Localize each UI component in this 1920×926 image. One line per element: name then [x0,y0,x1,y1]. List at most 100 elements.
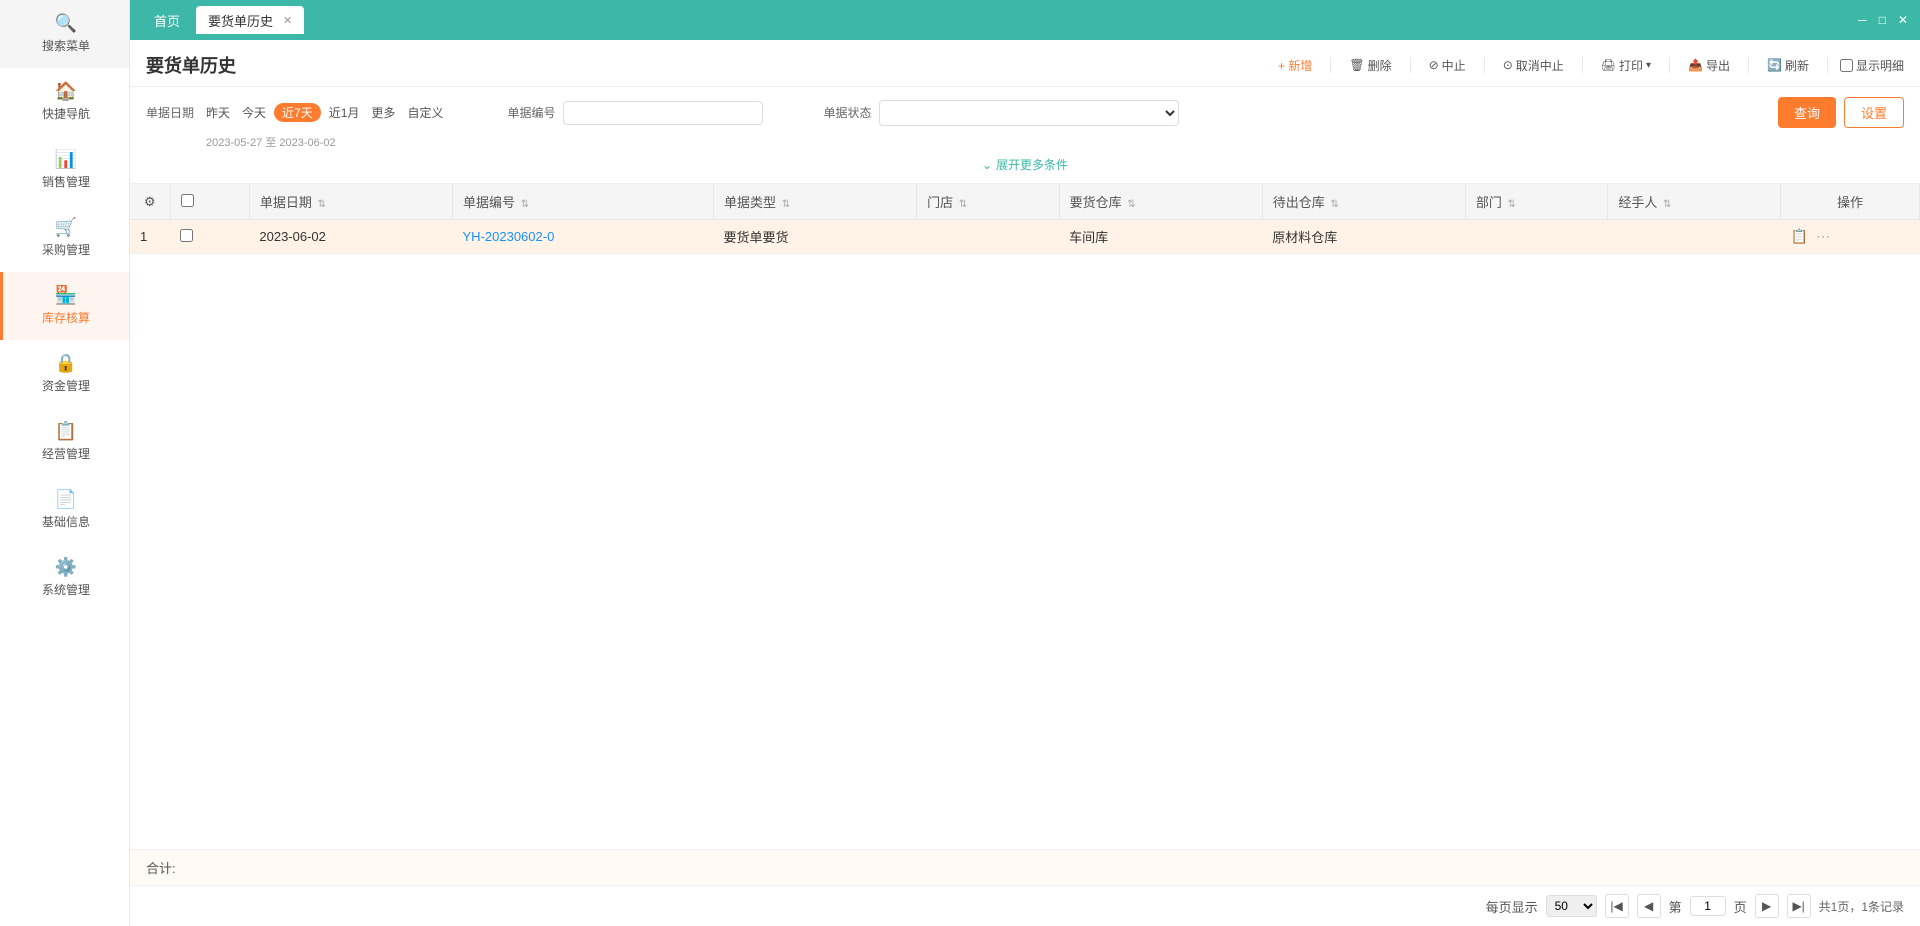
th-handler[interactable]: 经手人 ⇅ [1608,184,1781,220]
per-page-label: 每页显示 [1486,897,1538,916]
doc-number-input[interactable] [563,101,763,125]
table-area: ⚙ 单据日期 ⇅ 单据编号 ⇅ 单据类型 ⇅ 门店 ⇅ 要货仓库 ⇅ 待出仓库 … [130,184,1920,849]
th-doc-type[interactable]: 单据类型 ⇅ [714,184,917,220]
new-btn[interactable]: + 新增 [1272,53,1318,78]
print-btn[interactable]: 🖨 打印 ▾ [1595,53,1657,78]
sidebar-item-operations[interactable]: 📋 经营管理 [0,408,129,476]
date-shortcut-自定义[interactable]: 自定义 [403,103,447,122]
search-menu-icon: 🔍 [55,14,77,32]
cell-checkbox-0 [170,220,249,254]
sidebar-item-purchase[interactable]: 🛒 采购管理 [0,204,129,272]
sort-icon-doc-type: ⇅ [782,199,790,210]
row-checkbox-0[interactable] [180,229,193,242]
cell-doc-number-0: YH-20230602-0 [453,220,714,254]
finance-label: 资金管理 [42,377,90,394]
sidebar-item-basic-info[interactable]: 📄 基础信息 [0,476,129,544]
action-edit-0[interactable]: 📋 [1791,228,1808,245]
export-btn[interactable]: 📤 导出 [1682,53,1736,78]
date-shortcut-今天[interactable]: 今天 [238,103,270,122]
sort-icon-department: ⇅ [1508,199,1516,210]
sidebar-item-search-menu[interactable]: 🔍 搜索菜单 [0,0,129,68]
tab-home[interactable]: 首页 [142,6,192,34]
th-doc-date[interactable]: 单据日期 ⇅ [249,184,452,220]
page-suffix: 页 [1734,897,1747,916]
topbar: 首页 要货单历史 ✕ ─ □ ✕ [130,0,1920,40]
th-settings[interactable]: ⚙ [130,184,170,220]
maximize-btn[interactable]: □ [1879,13,1886,27]
sort-icon-req-warehouse: ⇅ [1127,199,1135,210]
tab-requisition-history[interactable]: 要货单历史 ✕ [196,6,304,34]
basic-info-icon: 📄 [55,490,77,508]
cancel-stop-btn[interactable]: ⊙ 取消中止 [1497,53,1570,78]
display-detail-btn[interactable]: 显示明细 [1840,57,1904,74]
toolbar: + 新增 🗑 删除 ⊘ 中止 ⊙ 取消中止 🖨 [1272,53,1904,78]
purchase-icon: 🛒 [55,218,77,236]
minimize-btn[interactable]: ─ [1858,13,1867,27]
th-pending-warehouse[interactable]: 待出仓库 ⇅ [1262,184,1465,220]
date-shortcut-近7天[interactable]: 近7天 [274,103,321,122]
date-shortcut-近1月[interactable]: 近1月 [325,103,364,122]
system-label: 系统管理 [42,581,90,598]
next-page-btn[interactable]: ▶ [1755,894,1779,918]
th-department[interactable]: 部门 ⇅ [1465,184,1607,220]
sidebar-item-quick-nav[interactable]: 🏠 快捷导航 [0,68,129,136]
th-doc-number[interactable]: 单据编号 ⇅ [453,184,714,220]
display-detail-checkbox[interactable] [1840,59,1853,72]
select-all-checkbox[interactable] [181,194,194,207]
sidebar-item-system[interactable]: ⚙️ 系统管理 [0,544,129,612]
doc-status-label: 单据状态 [823,104,871,121]
tab-label-home: 首页 [154,11,180,30]
settings-btn[interactable]: 设置 [1844,97,1904,128]
chevron-down-icon: ⌄ [982,158,992,172]
first-page-btn[interactable]: |◀ [1605,894,1629,918]
date-shortcut-昨天[interactable]: 昨天 [202,103,234,122]
basic-info-label: 基础信息 [42,513,90,530]
th-store[interactable]: 门店 ⇅ [917,184,1059,220]
action-more-0[interactable]: ⋯ [1816,228,1830,245]
stop-btn[interactable]: ⊘ 中止 [1423,53,1472,78]
refresh-btn[interactable]: 🔄 刷新 [1761,53,1815,78]
date-filter-group: 单据日期 昨天今天近7天近1月更多自定义 [146,103,447,122]
query-btn[interactable]: 查询 [1778,97,1836,128]
doc-number-link-0[interactable]: YH-20230602-0 [463,229,555,244]
table-header-row: ⚙ 单据日期 ⇅ 单据编号 ⇅ 单据类型 ⇅ 门店 ⇅ 要货仓库 ⇅ 待出仓库 … [130,184,1920,220]
table-row: 1 2023-06-02 YH-20230602-0 要货单要货 车间库 原材料… [130,220,1920,254]
date-filter-label: 单据日期 [146,104,194,121]
cell-store-0 [917,220,1059,254]
date-range-display: 2023-05-27 至 2023-06-02 [206,134,336,150]
prev-page-btn[interactable]: ◀ [1637,894,1661,918]
stop-icon: ⊘ [1429,58,1439,72]
tab-close-requisition-history[interactable]: ✕ [283,14,292,27]
page-header: 要货单历史 + 新增 🗑 删除 ⊘ 中止 ⊙ 取消中止 [130,40,1920,87]
delete-icon: 🗑 [1349,58,1364,72]
export-icon: 📤 [1688,58,1703,72]
delete-btn[interactable]: 🗑 删除 [1343,53,1397,78]
page-label: 第 [1669,897,1682,916]
cell-req-warehouse-0: 车间库 [1059,220,1262,254]
per-page-select[interactable]: 2050100200 [1546,895,1597,917]
print-dropdown-icon: ▾ [1646,60,1651,71]
sort-icon-handler: ⇅ [1663,199,1671,210]
table-body: 1 2023-06-02 YH-20230602-0 要货单要货 车间库 原材料… [130,220,1920,254]
sidebar-item-sales[interactable]: 📊 销售管理 [0,136,129,204]
cell-seq-0: 1 [130,220,170,254]
date-shortcut-更多[interactable]: 更多 [367,103,399,122]
operations-label: 经营管理 [42,445,90,462]
close-btn[interactable]: ✕ [1898,13,1908,27]
sidebar-item-inventory[interactable]: 🏪 库存核算 [0,272,129,340]
doc-status-select[interactable] [879,100,1179,126]
expand-more-btn[interactable]: ⌄ 展开更多条件 [146,156,1904,173]
doc-number-label: 单据编号 [507,104,555,121]
th-req-warehouse[interactable]: 要货仓库 ⇅ [1059,184,1262,220]
sidebar-item-finance[interactable]: 🔒 资金管理 [0,340,129,408]
tab-label-requisition-history: 要货单历史 [208,11,273,30]
cell-doc-date-0: 2023-06-02 [249,220,452,254]
page-input[interactable] [1690,896,1726,916]
last-page-btn[interactable]: ▶| [1787,894,1811,918]
operations-icon: 📋 [55,422,77,440]
finance-icon: 🔒 [55,354,77,372]
topbar-right: ─ □ ✕ [1858,13,1908,27]
total-label: 合计: [146,861,176,876]
inventory-label: 库存核算 [42,309,90,326]
main-area: 首页要货单历史 ✕ ─ □ ✕ 要货单历史 + 新增 🗑 删除 ⊘ 中止 [130,0,1920,926]
